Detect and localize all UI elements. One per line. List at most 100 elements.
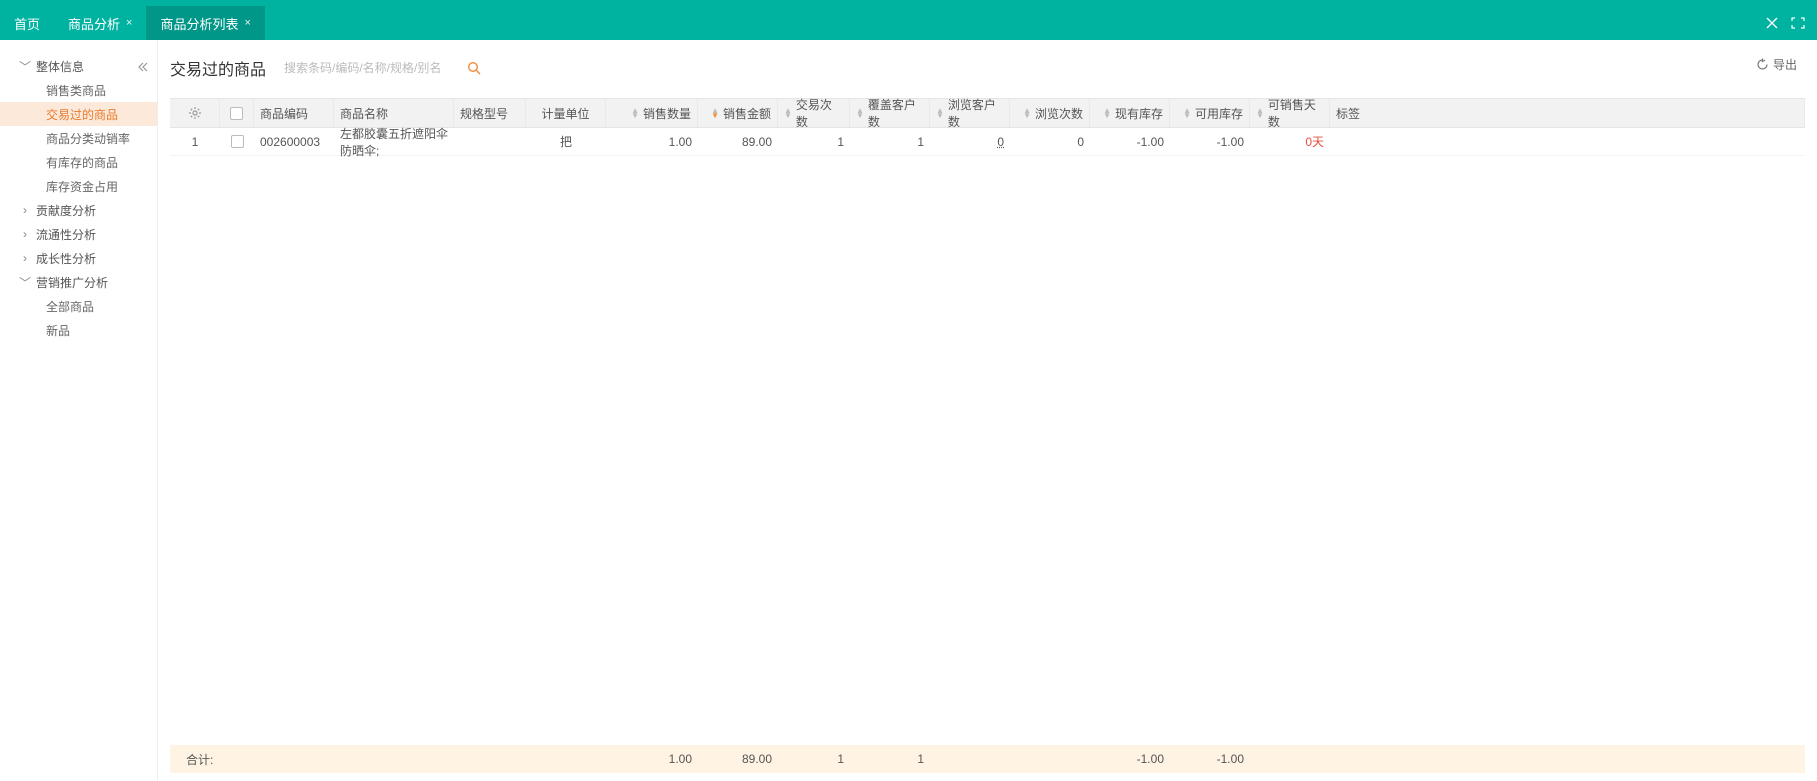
menu-marketing-all-label: 全部商品: [46, 298, 94, 315]
col-name-label: 商品名称: [340, 105, 388, 122]
collapse-sidebar-icon[interactable]: [133, 58, 151, 76]
cell-spec: [454, 128, 526, 155]
menu-contribution-label: 贡献度分析: [36, 202, 96, 219]
col-name[interactable]: 商品名称: [334, 99, 454, 127]
col-tags[interactable]: 标签: [1330, 99, 1805, 127]
menu-marketing-label: 营销推广分析: [36, 274, 108, 291]
col-code[interactable]: 商品编码: [254, 99, 334, 127]
sort-icon: ▲▼: [1183, 108, 1191, 118]
content-header: 交易过的商品: [170, 52, 1805, 84]
totals-trans: 1: [778, 745, 850, 773]
totals-astock: -1.00: [1170, 745, 1250, 773]
sort-icon: ▲▼: [1023, 108, 1031, 118]
cell-bcust[interactable]: 0: [930, 128, 1010, 155]
menu-sales-category[interactable]: 销售类商品: [0, 78, 157, 102]
cell-index: 1: [170, 128, 220, 155]
close-icon[interactable]: ×: [126, 17, 132, 29]
col-qty-label: 销售数量: [643, 105, 691, 122]
export-label: 导出: [1773, 56, 1797, 73]
cell-checkbox[interactable]: [220, 128, 254, 155]
menu-growth[interactable]: › 成长性分析: [0, 246, 157, 270]
col-unit[interactable]: 计量单位: [526, 99, 606, 127]
col-qty[interactable]: ▲▼ 销售数量: [606, 99, 698, 127]
tab-bar: 首页 商品分析 × 商品分析列表 ×: [0, 6, 1817, 40]
checkbox-icon: [231, 135, 244, 148]
sort-icon: ▲▼: [1103, 108, 1111, 118]
col-gear[interactable]: [170, 99, 220, 127]
col-tags-label: 标签: [1336, 105, 1360, 122]
menu-traded-products-label: 交易过的商品: [46, 106, 118, 123]
table-row[interactable]: 1 002600003 左都胶囊五折遮阳伞防晒伞; 把 1.00 89.00 1…: [170, 128, 1805, 156]
cell-astock: -1.00: [1170, 128, 1250, 155]
tab-home[interactable]: 首页: [0, 6, 54, 40]
checkbox-icon: [230, 107, 243, 120]
cell-bcust-value: 0: [997, 135, 1004, 149]
tab-analysis-list-label: 商品分析列表: [160, 14, 238, 33]
chevron-right-icon: ›: [20, 227, 30, 241]
export-button[interactable]: 导出: [1756, 56, 1797, 73]
menu-growth-label: 成长性分析: [36, 250, 96, 267]
col-spec[interactable]: 规格型号: [454, 99, 526, 127]
tab-analysis-label: 商品分析: [68, 14, 120, 33]
tab-home-label: 首页: [14, 14, 40, 33]
menu-marketing-new[interactable]: 新品: [0, 318, 157, 342]
col-checkbox[interactable]: [220, 99, 254, 127]
search-input[interactable]: [282, 57, 462, 79]
col-days-label: 可销售天数: [1268, 96, 1323, 130]
cell-qty: 1.00: [606, 128, 698, 155]
export-icon: [1756, 58, 1769, 71]
menu-traded-products[interactable]: 交易过的商品: [0, 102, 157, 126]
col-code-label: 商品编码: [260, 105, 308, 122]
menu-has-stock[interactable]: 有库存的商品: [0, 150, 157, 174]
menu-marketing-new-label: 新品: [46, 322, 70, 339]
menu-marketing[interactable]: ﹀ 营销推广分析: [0, 270, 157, 294]
col-trans[interactable]: ▲▼交易次数: [778, 99, 850, 127]
menu-marketing-all[interactable]: 全部商品: [0, 294, 157, 318]
col-bcnt[interactable]: ▲▼浏览次数: [1010, 99, 1090, 127]
page-title: 交易过的商品: [170, 56, 266, 80]
col-days[interactable]: ▲▼可销售天数: [1250, 99, 1330, 127]
menu-contribution[interactable]: › 贡献度分析: [0, 198, 157, 222]
cell-unit: 把: [526, 128, 606, 155]
chevron-right-icon: ›: [20, 203, 30, 217]
menu-stock-fund-label: 库存资金占用: [46, 178, 118, 195]
tab-analysis-list[interactable]: 商品分析列表 ×: [146, 6, 264, 40]
cell-tags: [1330, 128, 1805, 155]
col-astock[interactable]: ▲▼可用库存: [1170, 99, 1250, 127]
cell-name: 左都胶囊五折遮阳伞防晒伞;: [334, 128, 454, 155]
close-icon[interactable]: ×: [244, 17, 250, 29]
table-header: 商品编码 商品名称 规格型号 计量单位 ▲▼销售数量 ▲▼销售金额 ▲▼交易次数…: [170, 98, 1805, 128]
col-cust-label: 覆盖客户数: [868, 96, 923, 130]
col-spec-label: 规格型号: [460, 105, 508, 122]
col-bcust[interactable]: ▲▼浏览客户数: [930, 99, 1010, 127]
col-trans-label: 交易次数: [796, 96, 843, 130]
tab-analysis[interactable]: 商品分析 ×: [54, 6, 146, 40]
close-all-icon[interactable]: [1763, 14, 1781, 32]
menu-stock-fund[interactable]: 库存资金占用: [0, 174, 157, 198]
totals-stock: -1.00: [1090, 745, 1170, 773]
sort-icon: ▲▼: [856, 108, 864, 118]
fullscreen-icon[interactable]: [1789, 14, 1807, 32]
data-table: 商品编码 商品名称 规格型号 计量单位 ▲▼销售数量 ▲▼销售金额 ▲▼交易次数…: [170, 98, 1805, 156]
menu-category-pinrate[interactable]: 商品分类动销率: [0, 126, 157, 150]
col-stock[interactable]: ▲▼现有库存: [1090, 99, 1170, 127]
sort-icon: ▲▼: [936, 108, 944, 118]
menu-overall-label: 整体信息: [36, 58, 84, 75]
col-amt[interactable]: ▲▼销售金额: [698, 99, 778, 127]
cell-cust: 1: [850, 128, 930, 155]
menu-has-stock-label: 有库存的商品: [46, 154, 118, 171]
menu-category-pinrate-label: 商品分类动销率: [46, 130, 130, 147]
menu-sales-category-label: 销售类商品: [46, 82, 106, 99]
totals-row: 合计: 1.00 89.00 1 1 -1.00 -1.00: [170, 745, 1805, 773]
search-wrap: [282, 57, 482, 80]
totals-qty: 1.00: [606, 745, 698, 773]
col-cust[interactable]: ▲▼ 覆盖客户数: [850, 99, 930, 127]
search-icon[interactable]: [466, 60, 482, 76]
menu-liquidity[interactable]: › 流通性分析: [0, 222, 157, 246]
tabbar-right-controls: [1763, 6, 1813, 40]
col-amt-label: 销售金额: [723, 105, 771, 122]
sort-icon: ▲▼: [631, 108, 639, 118]
col-unit-label: 计量单位: [541, 105, 589, 122]
main-area: 交易过的商品 导出 商品编码: [158, 40, 1817, 781]
cell-trans: 1: [778, 128, 850, 155]
